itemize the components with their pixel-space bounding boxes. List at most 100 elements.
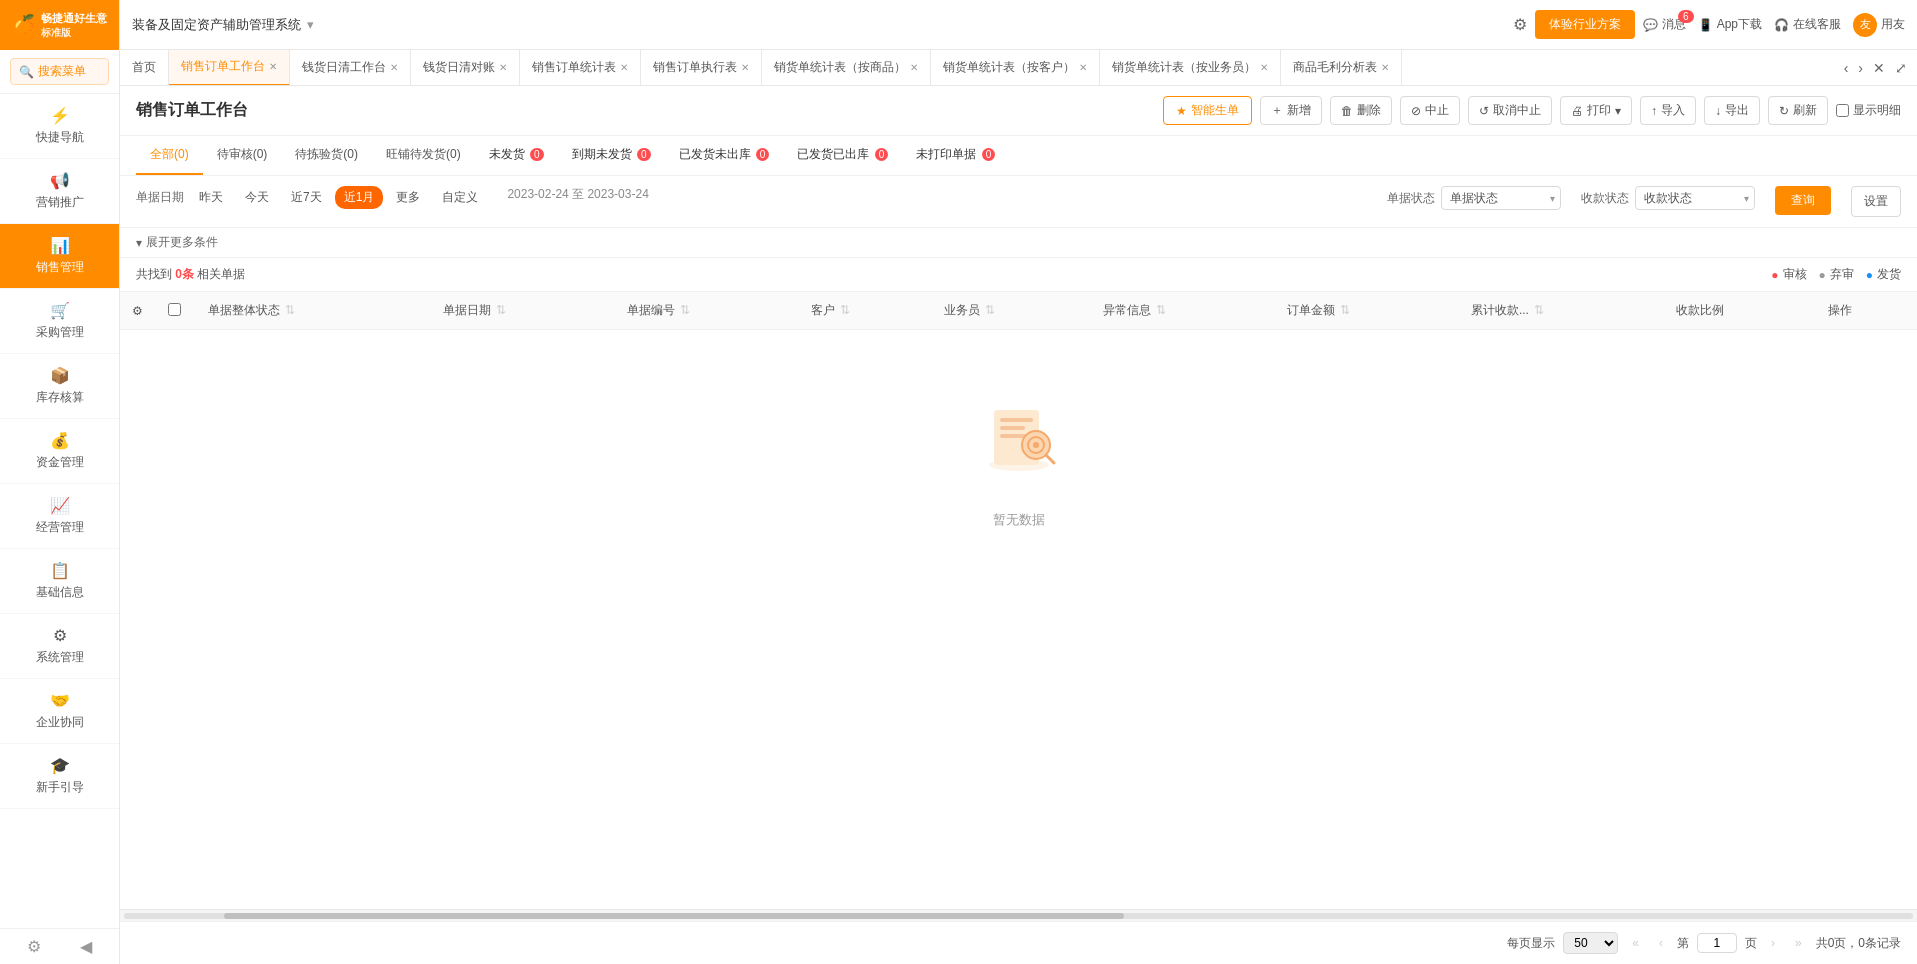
sidebar-item-operations[interactable]: 📈 经营管理 bbox=[0, 484, 119, 549]
date-btn-7days[interactable]: 近7天 bbox=[282, 186, 331, 209]
sidebar-item-guide[interactable]: 🎓 新手引导 bbox=[0, 744, 119, 809]
search-menu-button[interactable]: 🔍 搜索菜单 bbox=[10, 58, 109, 85]
tab-close-icon[interactable]: ✕ bbox=[269, 61, 277, 72]
select-all-checkbox[interactable] bbox=[168, 303, 181, 316]
date-btn-custom[interactable]: 自定义 bbox=[433, 186, 487, 209]
trial-btn[interactable]: 体验行业方案 bbox=[1535, 10, 1635, 39]
query-button[interactable]: 查询 bbox=[1775, 186, 1831, 215]
tab-close-icon[interactable]: ✕ bbox=[741, 62, 749, 73]
smart-create-button[interactable]: ★ 智能生单 bbox=[1163, 96, 1252, 125]
scrollbar-thumb[interactable] bbox=[224, 913, 1124, 919]
show-detail-checkbox-label[interactable]: 显示明细 bbox=[1836, 102, 1901, 119]
prev-page-button[interactable]: ‹ bbox=[1653, 934, 1669, 952]
col-staff-header[interactable]: 业务员 ⇅ bbox=[932, 292, 1091, 330]
sub-tab-shipped-out[interactable]: 已发货已出库 0 bbox=[783, 136, 902, 175]
message-button[interactable]: 💬 消息 6 bbox=[1643, 16, 1686, 33]
col-date-header[interactable]: 单据日期 ⇅ bbox=[431, 292, 615, 330]
cancel-stop-button[interactable]: ↺ 取消中止 bbox=[1468, 96, 1552, 125]
payment-select[interactable]: 收款状态 bbox=[1635, 186, 1755, 210]
date-btn-yesterday[interactable]: 昨天 bbox=[190, 186, 232, 209]
online-service-button[interactable]: 🎧 在线客服 bbox=[1774, 16, 1841, 33]
show-detail-checkbox[interactable] bbox=[1836, 104, 1849, 117]
tab-close-icon[interactable]: ✕ bbox=[1260, 62, 1268, 73]
tab-close-icon[interactable]: ✕ bbox=[620, 62, 628, 73]
expand-conditions-button[interactable]: ▾ 展开更多条件 bbox=[136, 228, 1901, 257]
date-btn-1month[interactable]: 近1月 bbox=[335, 186, 384, 209]
system-dropdown-icon[interactable]: ▾ bbox=[307, 17, 314, 32]
tab-sales-order-stat[interactable]: 销售订单统计表 ✕ bbox=[520, 50, 641, 86]
unreview-button[interactable]: ● 弃审 bbox=[1819, 266, 1854, 283]
tab-cash-daily[interactable]: 钱货日清工作台 ✕ bbox=[290, 50, 411, 86]
sidebar-item-sales[interactable]: 📊 销售管理 bbox=[0, 224, 119, 289]
tab-product-margin[interactable]: 商品毛利分析表 ✕ bbox=[1281, 50, 1402, 86]
topbar-actions: 💬 消息 6 📱 App下载 🎧 在线客服 友 用友 bbox=[1643, 13, 1905, 37]
stop-button[interactable]: ⊘ 中止 bbox=[1400, 96, 1460, 125]
topbar-settings-icon[interactable]: ⚙ bbox=[1513, 15, 1527, 34]
tab-close-icon[interactable]: ✕ bbox=[499, 62, 507, 73]
tab-sales-stat-staff[interactable]: 销货单统计表（按业务员） ✕ bbox=[1100, 50, 1281, 86]
sidebar-item-purchase[interactable]: 🛒 采购管理 bbox=[0, 289, 119, 354]
tab-close-icon[interactable]: ✕ bbox=[1381, 62, 1389, 73]
col-abnormal-header[interactable]: 异常信息 ⇅ bbox=[1091, 292, 1275, 330]
sub-tab-pending-inspect[interactable]: 待拣验货(0) bbox=[281, 136, 372, 175]
sidebar-item-marketing[interactable]: 📢 营销推广 bbox=[0, 159, 119, 224]
tab-home[interactable]: 首页 bbox=[120, 50, 169, 86]
first-page-button[interactable]: « bbox=[1626, 934, 1645, 952]
user-menu-button[interactable]: 友 用友 bbox=[1853, 13, 1905, 37]
export-button[interactable]: ↓ 导出 bbox=[1704, 96, 1760, 125]
print-button[interactable]: 🖨 打印 ▾ bbox=[1560, 96, 1632, 125]
settings-col-icon[interactable]: ⚙ bbox=[132, 304, 143, 318]
filter-settings-button[interactable]: 设置 bbox=[1851, 186, 1901, 217]
horizontal-scrollbar[interactable] bbox=[120, 909, 1917, 921]
tab-sales-stat-product[interactable]: 销货单统计表（按商品） ✕ bbox=[762, 50, 931, 86]
tab-close-icon[interactable]: ✕ bbox=[910, 62, 918, 73]
tab-fullscreen-icon[interactable]: ⤢ bbox=[1891, 58, 1911, 78]
review-button[interactable]: ● 审核 bbox=[1771, 266, 1806, 283]
date-btn-more[interactable]: 更多 bbox=[387, 186, 429, 209]
tab-close-icon[interactable]: ✕ bbox=[390, 62, 398, 73]
sub-tab-not-printed[interactable]: 未打印单据 0 bbox=[902, 136, 1009, 175]
tab-sales-stat-customer[interactable]: 销货单统计表（按客户） ✕ bbox=[931, 50, 1100, 86]
sidebar-item-basic-info[interactable]: 📋 基础信息 bbox=[0, 549, 119, 614]
add-button[interactable]: ＋ 新增 bbox=[1260, 96, 1322, 125]
col-status-header[interactable]: 单据整体状态 ⇅ bbox=[196, 292, 431, 330]
delete-button[interactable]: 🗑 删除 bbox=[1330, 96, 1392, 125]
tab-sales-order-workbench[interactable]: 销售订单工作台 ✕ bbox=[169, 50, 290, 86]
page-input[interactable] bbox=[1697, 933, 1737, 953]
last-page-button[interactable]: » bbox=[1789, 934, 1808, 952]
page-size-select[interactable]: 50 10 20 100 bbox=[1563, 932, 1618, 954]
ship-button[interactable]: ● 发货 bbox=[1866, 266, 1901, 283]
sub-tab-shipped-not-out[interactable]: 已发货未出库 0 bbox=[665, 136, 784, 175]
status-select[interactable]: 单据状态 bbox=[1441, 186, 1561, 210]
sidebar-item-inventory[interactable]: 📦 库存核算 bbox=[0, 354, 119, 419]
tab-scroll-left-icon[interactable]: ‹ bbox=[1840, 58, 1853, 78]
col-collected-header[interactable]: 累计收款... ⇅ bbox=[1459, 292, 1664, 330]
sub-tab-not-shipped[interactable]: 未发货 0 bbox=[475, 136, 558, 175]
tab-close-icon[interactable]: ✕ bbox=[1079, 62, 1087, 73]
tab-sales-order-exec[interactable]: 销售订单执行表 ✕ bbox=[641, 50, 762, 86]
refresh-button[interactable]: ↻ 刷新 bbox=[1768, 96, 1828, 125]
sidebar-collapse-button[interactable]: ◀ bbox=[80, 937, 92, 956]
app-download-button[interactable]: 📱 App下载 bbox=[1698, 16, 1762, 33]
sidebar-item-quick-nav[interactable]: ⚡ 快捷导航 bbox=[0, 94, 119, 159]
sidebar-item-finance[interactable]: 💰 资金管理 bbox=[0, 419, 119, 484]
sidebar-item-enterprise[interactable]: 🤝 企业协同 bbox=[0, 679, 119, 744]
sub-tab-pending-review[interactable]: 待审核(0) bbox=[203, 136, 282, 175]
import-button[interactable]: ↑ 导入 bbox=[1640, 96, 1696, 125]
col-customer-header[interactable]: 客户 ⇅ bbox=[799, 292, 932, 330]
date-range-display: 2023-02-24 至 2023-03-24 bbox=[507, 186, 648, 203]
tab-close-current-icon[interactable]: ✕ bbox=[1869, 58, 1889, 78]
date-btn-today[interactable]: 今天 bbox=[236, 186, 278, 209]
sidebar-settings-button[interactable]: ⚙ bbox=[27, 937, 41, 956]
sub-tab-all[interactable]: 全部(0) bbox=[136, 136, 203, 175]
col-number-header[interactable]: 单据编号 ⇅ bbox=[615, 292, 799, 330]
sidebar-item-system[interactable]: ⚙ 系统管理 bbox=[0, 614, 119, 679]
tab-cash-reconcile[interactable]: 钱货日清对账 ✕ bbox=[411, 50, 520, 86]
col-amount-header[interactable]: 订单金额 ⇅ bbox=[1275, 292, 1459, 330]
tab-label: 销售订单统计表 bbox=[532, 59, 616, 76]
next-page-button[interactable]: › bbox=[1765, 934, 1781, 952]
tab-scroll-right-icon[interactable]: › bbox=[1854, 58, 1867, 78]
result-count-label: 共找到 0条 相关单据 bbox=[136, 266, 245, 283]
sub-tab-overdue[interactable]: 到期未发货 0 bbox=[558, 136, 665, 175]
sub-tab-wangpu[interactable]: 旺铺待发货(0) bbox=[372, 136, 475, 175]
